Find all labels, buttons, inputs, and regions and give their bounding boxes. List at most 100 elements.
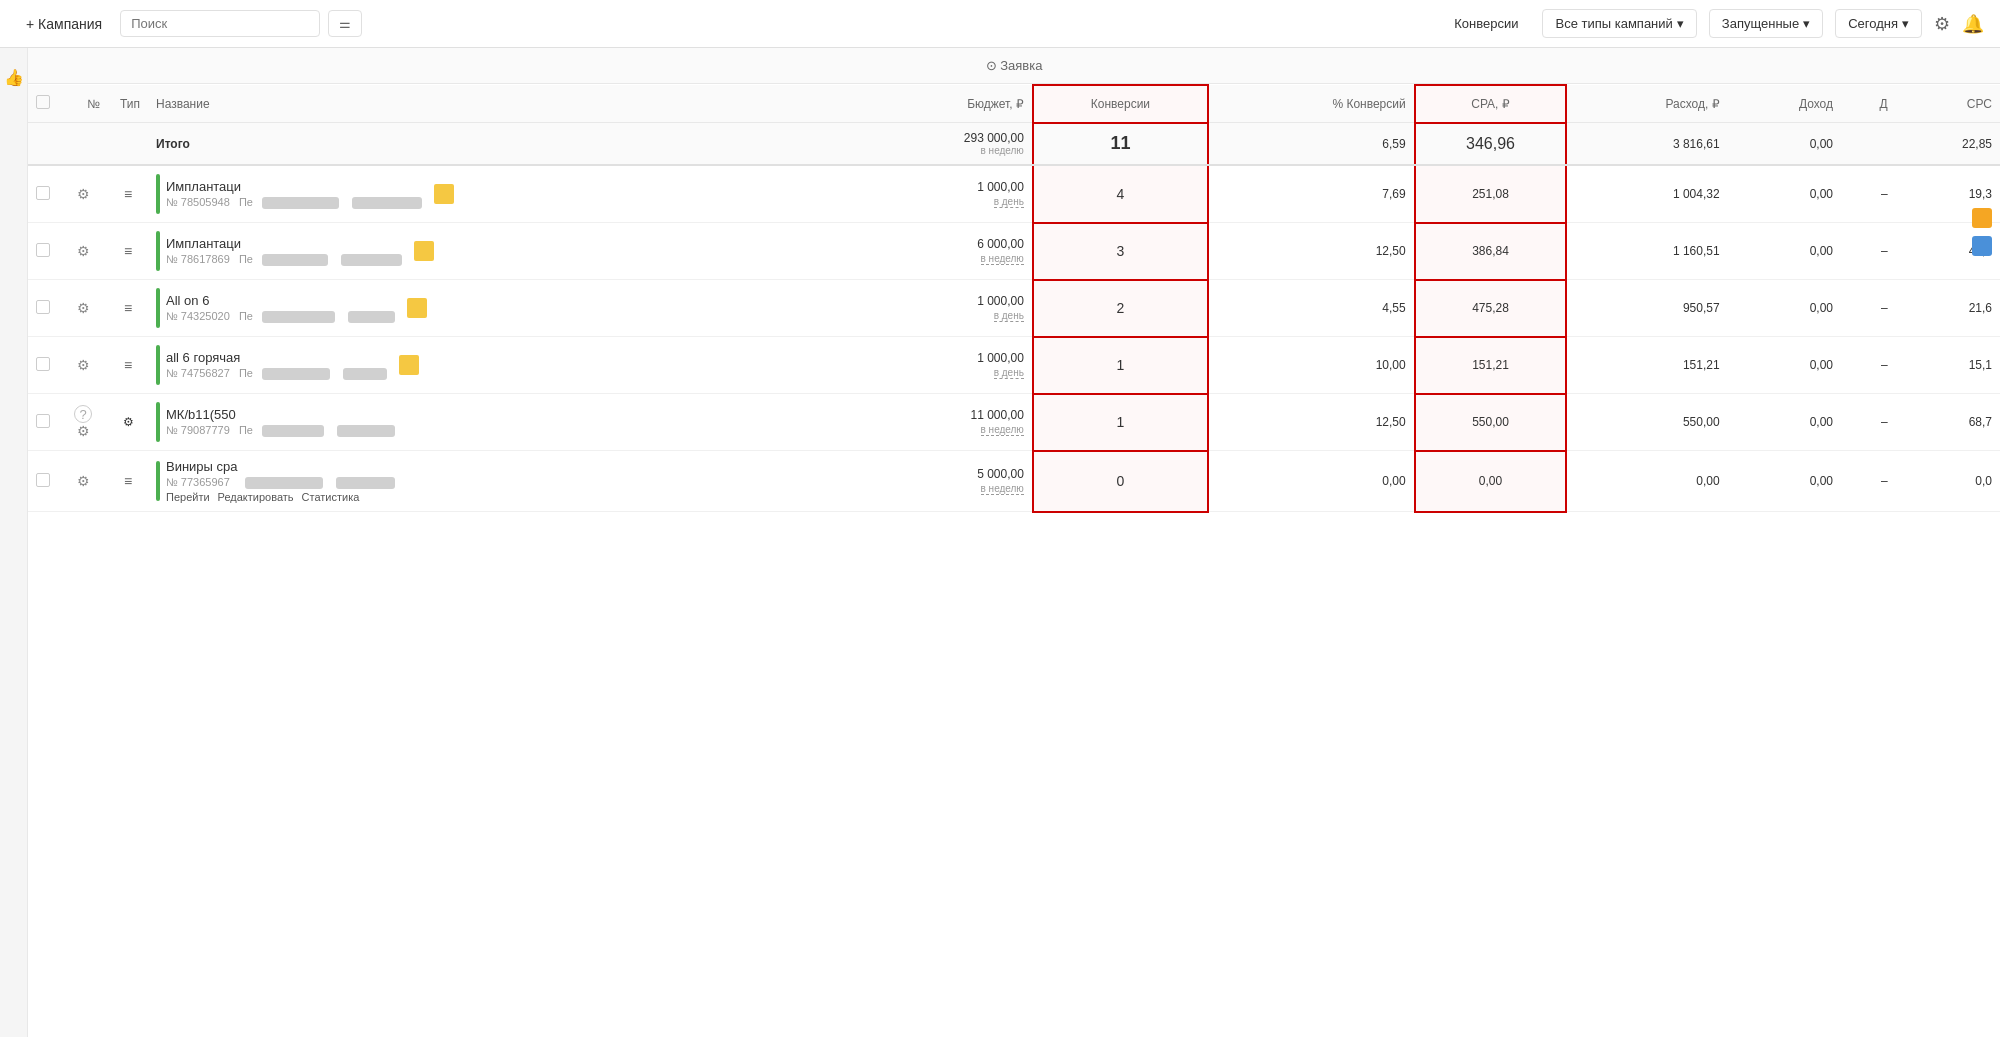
- row-income: 0,00: [1728, 280, 1841, 337]
- row-d: –: [1841, 337, 1896, 394]
- row-checkbox[interactable]: [36, 243, 50, 257]
- blue-square-icon[interactable]: [1972, 236, 1992, 256]
- side-panel: 👍: [0, 48, 28, 1037]
- bell-icon[interactable]: 🔔: [1962, 13, 1984, 35]
- list-type-icon: ≡: [124, 243, 132, 259]
- row-pct: 12,50: [1208, 223, 1415, 280]
- col-header-name: Название: [148, 85, 858, 123]
- top-bar-left: + Кампания ⚌: [16, 10, 1434, 38]
- row-cpa: 550,00: [1415, 394, 1567, 451]
- col-header-cpc: СРС: [1896, 85, 2000, 123]
- list-type-icon: ≡: [124, 357, 132, 373]
- row-type-cell: ≡: [108, 451, 148, 512]
- goal-header: ⊙ Заявка: [28, 48, 2000, 84]
- campaign-type-filter[interactable]: Все типы кампаний ▾: [1542, 9, 1696, 38]
- table-row: ⚙ ≡ Имплантаци № 78505948 Пе: [28, 165, 2000, 223]
- date-filter[interactable]: Сегодня ▾: [1835, 9, 1922, 38]
- row-checkbox[interactable]: [36, 473, 50, 487]
- settings-button[interactable]: ⚙: [1934, 13, 1950, 35]
- row-conversions: 1: [1033, 337, 1208, 394]
- col-header-d: Д: [1841, 85, 1896, 123]
- row-type-cell: ≡: [108, 165, 148, 223]
- col-header-checkbox: [28, 85, 58, 123]
- row-gear-cell: ⚙: [58, 165, 108, 223]
- col-header-budget: Бюджет, ₽: [858, 85, 1033, 123]
- row-cpc: 68,7: [1896, 394, 2000, 451]
- row-income: 0,00: [1728, 165, 1841, 223]
- row-income: 0,00: [1728, 223, 1841, 280]
- thumb-up-icon[interactable]: 👍: [4, 68, 24, 87]
- col-header-income: Доход: [1728, 85, 1841, 123]
- row-budget: 5 000,00 в неделю: [858, 451, 1033, 512]
- row-expense: 1 160,51: [1566, 223, 1727, 280]
- totals-cpc: 22,85: [1896, 123, 2000, 166]
- table-row: ⚙ ≡ All on 6 № 74325020 Пе: [28, 280, 2000, 337]
- row-name-cell: Виниры сра № 77365967 Перейти Редактиров…: [148, 451, 858, 512]
- conversion-label[interactable]: Конверсии: [1442, 10, 1530, 37]
- row-d: –: [1841, 223, 1896, 280]
- status-filter[interactable]: Запущенные ▾: [1709, 9, 1823, 38]
- gear-icon[interactable]: ⚙: [77, 357, 90, 373]
- create-campaign-button[interactable]: + Кампания: [16, 10, 112, 38]
- row-checkbox[interactable]: [36, 414, 50, 428]
- gear-icon[interactable]: ⚙: [77, 423, 90, 439]
- row-cpc: 21,6: [1896, 280, 2000, 337]
- gear-icon[interactable]: ⚙: [77, 243, 90, 259]
- action-edit-link[interactable]: Редактировать: [218, 491, 294, 503]
- row-gear-cell: ⚙: [58, 451, 108, 512]
- row-gear-cell: ? ⚙: [58, 394, 108, 451]
- table-header-row: № Тип Название Бюджет, ₽ Конверсии % Кон…: [28, 85, 2000, 123]
- row-pct: 12,50: [1208, 394, 1415, 451]
- row-checkbox-cell[interactable]: [28, 223, 58, 280]
- row-checkbox[interactable]: [36, 186, 50, 200]
- row-checkbox-cell[interactable]: [28, 394, 58, 451]
- col-header-cpa: CPA, ₽: [1415, 85, 1567, 123]
- search-box: [120, 10, 320, 37]
- filter-button[interactable]: ⚌: [328, 10, 362, 37]
- select-all-checkbox[interactable]: [36, 95, 50, 109]
- row-checkbox[interactable]: [36, 300, 50, 314]
- row-checkbox-cell[interactable]: [28, 451, 58, 512]
- campaigns-table: № Тип Название Бюджет, ₽ Конверсии % Кон…: [28, 84, 2000, 513]
- row-cpc: 15,1: [1896, 337, 2000, 394]
- gear-icon[interactable]: ⚙: [77, 300, 90, 316]
- row-name-cell: Имплантаци № 78505948 Пе: [148, 165, 858, 223]
- gear-icon[interactable]: ⚙: [77, 186, 90, 202]
- row-gear-cell: ⚙: [58, 337, 108, 394]
- row-conversions: 3: [1033, 223, 1208, 280]
- row-type-cell: ⚙: [108, 394, 148, 451]
- row-checkbox[interactable]: [36, 357, 50, 371]
- totals-label: Итого: [148, 123, 858, 166]
- totals-type-cell: [108, 123, 148, 166]
- row-cpa: 475,28: [1415, 280, 1567, 337]
- row-cpa: 386,84: [1415, 223, 1567, 280]
- row-checkbox-cell[interactable]: [28, 165, 58, 223]
- chevron-down-icon: ▾: [1677, 16, 1684, 31]
- totals-budget: 293 000,00 в неделю: [858, 123, 1033, 166]
- help-icon[interactable]: ?: [74, 405, 92, 423]
- table-row: ⚙ ≡ Имплантаци № 78617869 Пе: [28, 223, 2000, 280]
- row-d: –: [1841, 451, 1896, 512]
- table-row: ⚙ ≡ all 6 горячая № 74756827 Пе: [28, 337, 2000, 394]
- row-income: 0,00: [1728, 394, 1841, 451]
- row-conversions: 1: [1033, 394, 1208, 451]
- row-name-cell: All on 6 № 74325020 Пе: [148, 280, 858, 337]
- row-pct: 0,00: [1208, 451, 1415, 512]
- row-checkbox-cell[interactable]: [28, 280, 58, 337]
- search-input[interactable]: [131, 16, 309, 31]
- col-header-num: №: [58, 85, 108, 123]
- right-side-icons: [1964, 200, 2000, 264]
- action-go-link[interactable]: Перейти: [166, 491, 210, 503]
- totals-income: 0,00: [1728, 123, 1841, 166]
- row-checkbox-cell[interactable]: [28, 337, 58, 394]
- table-row: ⚙ ≡ Виниры сра № 77365967: [28, 451, 2000, 512]
- top-bar-right: Конверсии Все типы кампаний ▾ Запущенные…: [1442, 9, 1984, 38]
- totals-cpa: 346,96: [1415, 123, 1567, 166]
- row-income: 0,00: [1728, 337, 1841, 394]
- gear-icon[interactable]: ⚙: [77, 473, 90, 489]
- row-d: –: [1841, 394, 1896, 451]
- col-header-type: Тип: [108, 85, 148, 123]
- row-pct: 4,55: [1208, 280, 1415, 337]
- action-stats-link[interactable]: Статистика: [302, 491, 360, 503]
- orange-square-icon[interactable]: [1972, 208, 1992, 228]
